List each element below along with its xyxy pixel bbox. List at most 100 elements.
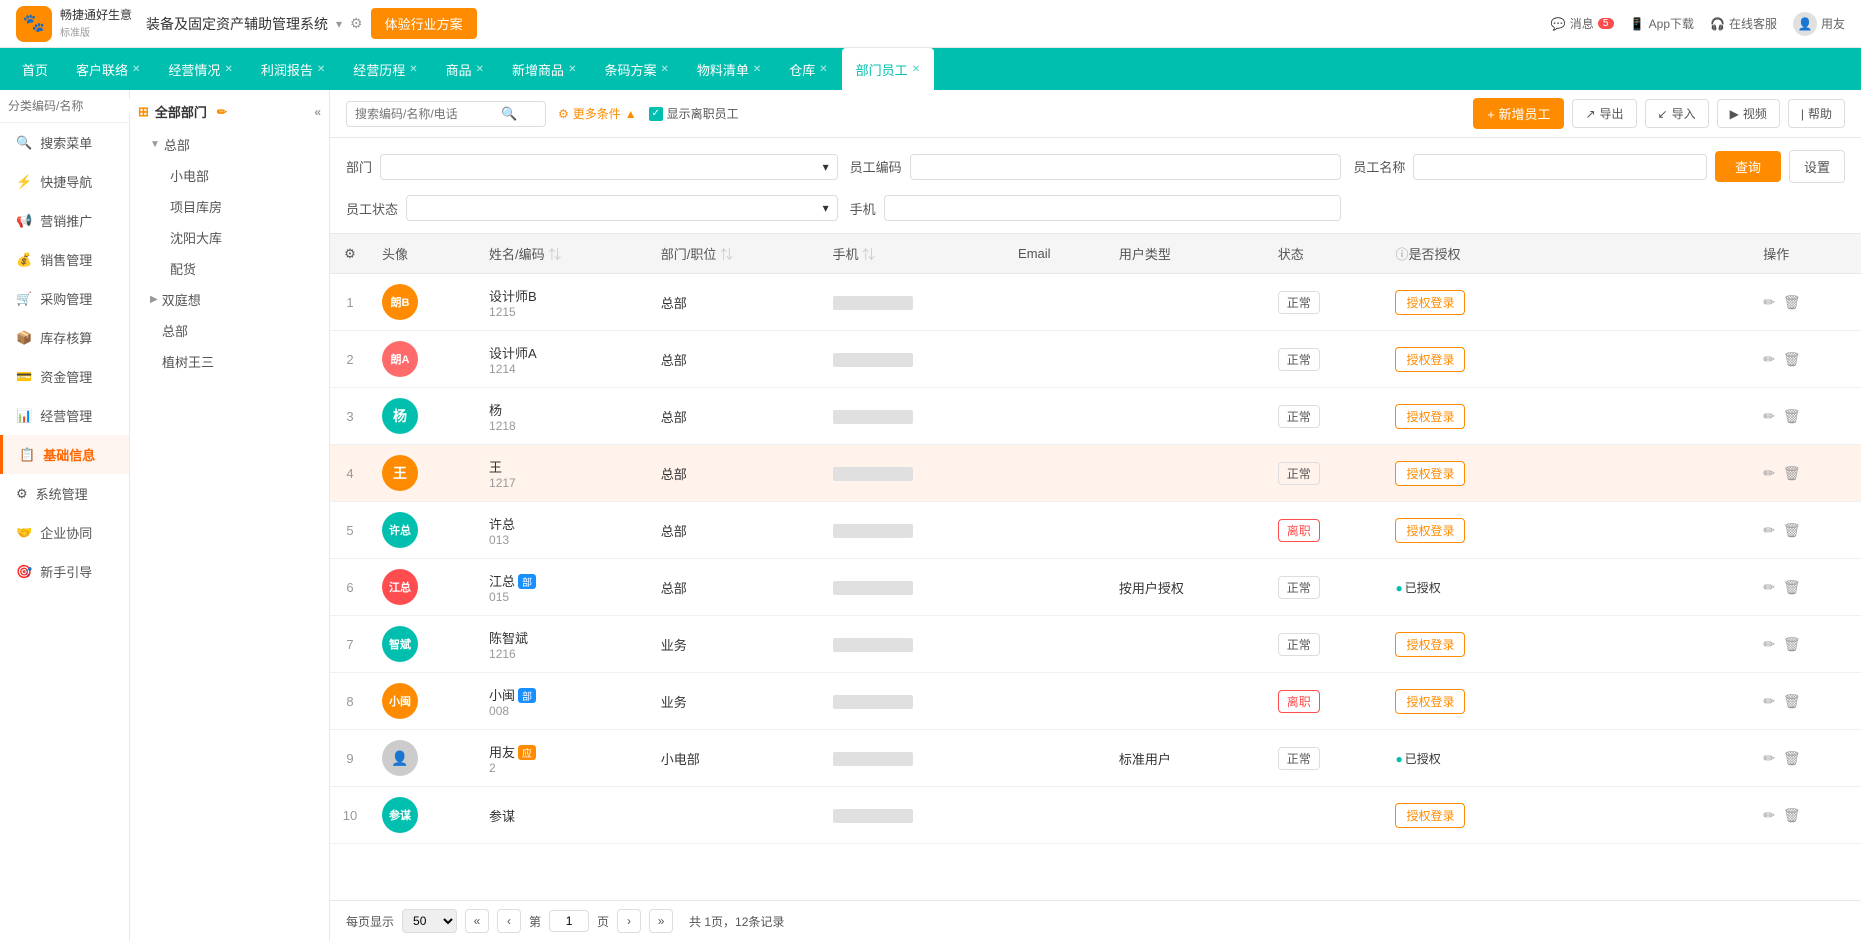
export-button[interactable]: ↗ 导出 (1572, 99, 1636, 128)
auth-login-btn[interactable]: 授权登录 (1395, 404, 1465, 429)
sidebar-item-sales[interactable]: 💰 销售管理 (0, 240, 129, 279)
edit-icon[interactable]: ✏ (1763, 351, 1775, 368)
add-employee-button[interactable]: + 新增员工 (1473, 98, 1564, 129)
col-settings[interactable]: ⚙ (330, 234, 370, 274)
tab-profit[interactable]: 利润报告 ✕ (247, 48, 339, 90)
tab-close-customer[interactable]: ✕ (132, 64, 140, 75)
current-page-input[interactable] (549, 910, 589, 932)
empname-input[interactable] (1413, 154, 1707, 180)
tab-barcode[interactable]: 条码方案 ✕ (590, 48, 682, 90)
dept-edit-icon[interactable]: ✏ (217, 105, 227, 119)
tab-close-operations[interactable]: ✕ (224, 64, 232, 75)
sidebar-item-operations[interactable]: 📊 经营管理 (0, 396, 129, 435)
sidebar-item-guide[interactable]: 🎯 新手引导 (0, 552, 129, 591)
delete-icon[interactable]: 🗑 (1783, 636, 1801, 653)
trial-button[interactable]: 体验行业方案 (371, 8, 477, 39)
message-btn[interactable]: 💬 消息 5 (1551, 15, 1614, 32)
tab-close-history[interactable]: ✕ (409, 64, 417, 75)
tab-close-new-goods[interactable]: ✕ (568, 64, 576, 75)
sidebar-item-collab[interactable]: 🤝 企业协同 (0, 513, 129, 552)
page-size-select[interactable]: 50 20 100 (402, 909, 457, 933)
empcode-input[interactable] (910, 154, 1342, 180)
delete-icon[interactable]: 🗑 (1783, 465, 1801, 482)
query-button[interactable]: 查询 (1715, 151, 1781, 182)
status-select[interactable]: ▾ (406, 195, 838, 221)
auth-login-btn[interactable]: 授权登录 (1395, 347, 1465, 372)
tab-warehouse[interactable]: 仓库 ✕ (775, 48, 841, 90)
tab-department[interactable]: 部门员工 ✕ (842, 48, 934, 90)
app-download-btn[interactable]: 📱 App下载 (1630, 15, 1694, 32)
tab-close-profit[interactable]: ✕ (317, 64, 325, 75)
delete-icon[interactable]: 🗑 (1783, 294, 1801, 311)
edit-icon[interactable]: ✏ (1763, 636, 1775, 653)
edit-icon[interactable]: ✏ (1763, 465, 1775, 482)
tab-home[interactable]: 首页 (8, 48, 62, 90)
tab-close-bom[interactable]: ✕ (753, 64, 761, 75)
sidebar-item-basic[interactable]: 📋 基础信息 (0, 435, 129, 474)
delete-icon[interactable]: 🗑 (1783, 693, 1801, 710)
sidebar-item-nav[interactable]: ⚡ 快捷导航 (0, 162, 129, 201)
tab-operations[interactable]: 经营情况 ✕ (154, 48, 246, 90)
auth-login-btn[interactable]: 授权登录 (1395, 632, 1465, 657)
tab-bom[interactable]: 物料清单 ✕ (683, 48, 775, 90)
dept-item-zhishu[interactable]: 植树王三 (138, 346, 321, 377)
dept-collapse-btn[interactable]: « (314, 105, 321, 119)
dept-item-xiaodian[interactable]: 小电部 (162, 160, 321, 191)
delete-icon[interactable]: 🗑 (1783, 522, 1801, 539)
col-dept[interactable]: 部门/职位 ⇅ (649, 234, 821, 274)
dept-select[interactable]: ▾ (380, 154, 838, 180)
sidebar-item-inventory[interactable]: 📦 库存核算 (0, 318, 129, 357)
reset-button[interactable]: 设置 (1789, 150, 1845, 183)
dept-item-peihuo[interactable]: 配货 (162, 253, 321, 284)
gear-settings[interactable]: ⚙ (350, 15, 363, 32)
col-phone[interactable]: 手机 ⇅ (821, 234, 1007, 274)
first-page-btn[interactable]: « (465, 909, 489, 933)
show-resigned-toggle[interactable]: ✓ 显示离职员工 (649, 105, 739, 122)
tab-close-goods[interactable]: ✕ (476, 64, 484, 75)
edit-icon[interactable]: ✏ (1763, 408, 1775, 425)
auth-login-btn[interactable]: 授权登录 (1395, 518, 1465, 543)
import-button[interactable]: ↙ 导入 (1645, 99, 1709, 128)
phone-input[interactable] (884, 195, 1342, 221)
auth-login-btn[interactable]: 授权登录 (1395, 461, 1465, 486)
tab-new-goods[interactable]: 新增商品 ✕ (498, 48, 590, 90)
sidebar-item-finance[interactable]: 💳 资金管理 (0, 357, 129, 396)
tab-close-barcode[interactable]: ✕ (660, 64, 668, 75)
delete-icon[interactable]: 🗑 (1783, 408, 1801, 425)
dept-item-zongbu-root[interactable]: ▼ 总部 (138, 129, 321, 160)
dept-item-zongbu2[interactable]: 总部 (138, 315, 321, 346)
delete-icon[interactable]: 🗑 (1783, 807, 1801, 824)
edit-icon[interactable]: ✏ (1763, 693, 1775, 710)
delete-icon[interactable]: 🗑 (1783, 579, 1801, 596)
delete-icon[interactable]: 🗑 (1783, 750, 1801, 767)
edit-icon[interactable]: ✏ (1763, 522, 1775, 539)
dropdown-arrow[interactable]: ▾ (336, 17, 342, 31)
tab-customer[interactable]: 客户联络 ✕ (62, 48, 154, 90)
sidebar-item-purchase[interactable]: 🛒 采购管理 (0, 279, 129, 318)
prev-page-btn[interactable]: ‹ (497, 909, 521, 933)
tab-history[interactable]: 经营历程 ✕ (339, 48, 431, 90)
auth-login-btn[interactable]: 授权登录 (1395, 803, 1465, 828)
sidebar-item-system[interactable]: ⚙ 系统管理 (0, 474, 129, 513)
last-page-btn[interactable]: » (649, 909, 673, 933)
dept-item-project[interactable]: 项目库房 (162, 191, 321, 222)
sidebar-item-search[interactable]: 🔍 搜索菜单 (0, 123, 129, 162)
search-input[interactable] (355, 107, 495, 121)
next-page-btn[interactable]: › (617, 909, 641, 933)
more-filter-btn[interactable]: ⚙ 更多条件 ▲ (558, 105, 637, 122)
delete-icon[interactable]: 🗑 (1783, 351, 1801, 368)
auth-login-btn[interactable]: 授权登录 (1395, 290, 1465, 315)
view-button[interactable]: ▶ 视频 (1717, 99, 1780, 128)
tab-close-warehouse[interactable]: ✕ (819, 64, 827, 75)
user-btn[interactable]: 👤 用友 (1793, 12, 1845, 36)
edit-icon[interactable]: ✏ (1763, 807, 1775, 824)
sidebar-item-marketing[interactable]: 📢 营销推广 (0, 201, 129, 240)
help-button[interactable]: | 帮助 (1788, 99, 1845, 128)
edit-icon[interactable]: ✏ (1763, 579, 1775, 596)
search-icon[interactable]: 🔍 (501, 106, 517, 122)
dept-item-shuangting[interactable]: ▶ 双庭想 (138, 284, 321, 315)
tab-close-department[interactable]: ✕ (912, 64, 920, 75)
col-name[interactable]: 姓名/编码 ⇅ (477, 234, 649, 274)
edit-icon[interactable]: ✏ (1763, 294, 1775, 311)
edit-icon[interactable]: ✏ (1763, 750, 1775, 767)
